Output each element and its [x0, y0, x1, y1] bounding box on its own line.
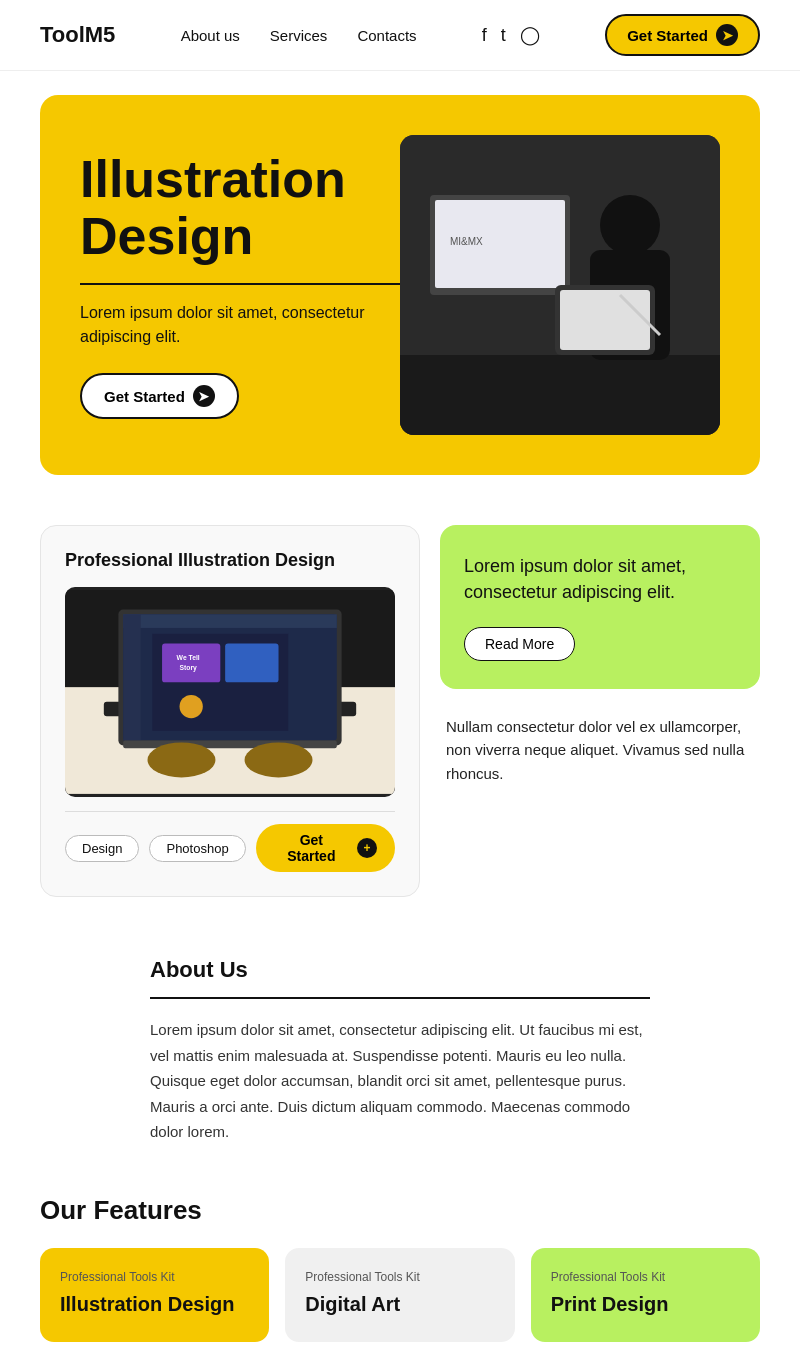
tag-photoshop[interactable]: Photoshop: [149, 835, 245, 862]
feature-card-name-2: Digital Art: [305, 1292, 494, 1316]
card-get-started-button[interactable]: Get Started +: [256, 824, 395, 872]
card-left-title: Professional Illustration Design: [65, 550, 395, 571]
hero-btn-arrow-icon: ➤: [193, 385, 215, 407]
hero-section: Illustration Design Lorem ipsum dolor si…: [40, 95, 760, 475]
card-body-text: Nullam consectetur dolor vel ex ullamcor…: [440, 705, 760, 795]
svg-rect-16: [123, 614, 140, 740]
about-divider: [150, 997, 650, 999]
features-title: Our Features: [40, 1195, 760, 1226]
hero-content: Illustration Design Lorem ipsum dolor si…: [80, 151, 400, 419]
svg-rect-1: [400, 355, 720, 435]
tag-design[interactable]: Design: [65, 835, 139, 862]
svg-point-22: [180, 695, 203, 718]
hero-description: Lorem ipsum dolor sit amet, consectetur …: [80, 301, 400, 349]
features-cards-container: Professional Tools Kit Illustration Desi…: [40, 1248, 760, 1342]
svg-text:MI&MX: MI&MX: [450, 236, 483, 247]
card-right-column: Lorem ipsum dolor sit amet, consectetur …: [440, 525, 760, 795]
feature-card-name-1: Illustration Design: [60, 1292, 249, 1316]
feature-card-digital[interactable]: Professional Tools Kit Digital Art: [285, 1248, 514, 1342]
hero-divider: [80, 283, 400, 285]
read-more-button[interactable]: Read More: [464, 627, 575, 661]
nav-link-about[interactable]: About us: [181, 27, 240, 44]
card-divider: [65, 811, 395, 812]
svg-point-25: [245, 742, 313, 777]
social-icons-group: f t ◯: [482, 24, 540, 46]
card-green-text-block: Lorem ipsum dolor sit amet, consectetur …: [440, 525, 760, 689]
twitter-icon[interactable]: t: [501, 25, 506, 46]
svg-rect-15: [123, 614, 337, 628]
nav-links: About us Services Contacts: [181, 27, 417, 44]
features-section: Our Features Professional Tools Kit Illu…: [40, 1195, 760, 1342]
hero-get-started-button[interactable]: Get Started ➤: [80, 373, 239, 419]
feature-card-label-1: Professional Tools Kit: [60, 1270, 249, 1284]
card-left-image: We Tell Story: [65, 587, 395, 797]
feature-card-name-3: Print Design: [551, 1292, 740, 1316]
hero-title: Illustration Design: [80, 151, 400, 265]
svg-rect-21: [225, 643, 278, 682]
about-section: About Us Lorem ipsum dolor sit amet, con…: [40, 957, 760, 1145]
facebook-icon[interactable]: f: [482, 25, 487, 46]
feature-card-label-2: Professional Tools Kit: [305, 1270, 494, 1284]
feature-card-illustration[interactable]: Professional Tools Kit Illustration Desi…: [40, 1248, 269, 1342]
svg-point-5: [600, 195, 660, 255]
svg-point-24: [148, 742, 216, 777]
navbar: ToolM5 About us Services Contacts f t ◯ …: [0, 0, 800, 71]
nav-link-contacts[interactable]: Contacts: [357, 27, 416, 44]
svg-rect-8: [560, 290, 650, 350]
card-green-body: Lorem ipsum dolor sit amet, consectetur …: [464, 553, 736, 605]
svg-text:Story: Story: [180, 664, 198, 672]
hero-image: MI&MX: [400, 135, 720, 435]
card-tags: Design Photoshop Get Started +: [65, 824, 395, 872]
card-cta-plus-icon: +: [357, 838, 377, 858]
feature-card-print[interactable]: Professional Tools Kit Print Design: [531, 1248, 760, 1342]
feature-card-label-3: Professional Tools Kit: [551, 1270, 740, 1284]
svg-text:We Tell: We Tell: [177, 654, 200, 661]
about-text: Lorem ipsum dolor sit amet, consectetur …: [150, 1017, 650, 1145]
nav-link-services[interactable]: Services: [270, 27, 328, 44]
cards-section: Professional Illustration Design: [40, 525, 760, 897]
site-logo[interactable]: ToolM5: [40, 22, 115, 48]
nav-cta-arrow-icon: ➤: [716, 24, 738, 46]
about-title: About Us: [150, 957, 650, 983]
svg-rect-23: [123, 741, 337, 749]
nav-get-started-button[interactable]: Get Started ➤: [605, 14, 760, 56]
instagram-icon[interactable]: ◯: [520, 24, 540, 46]
card-professional-illustration: Professional Illustration Design: [40, 525, 420, 897]
